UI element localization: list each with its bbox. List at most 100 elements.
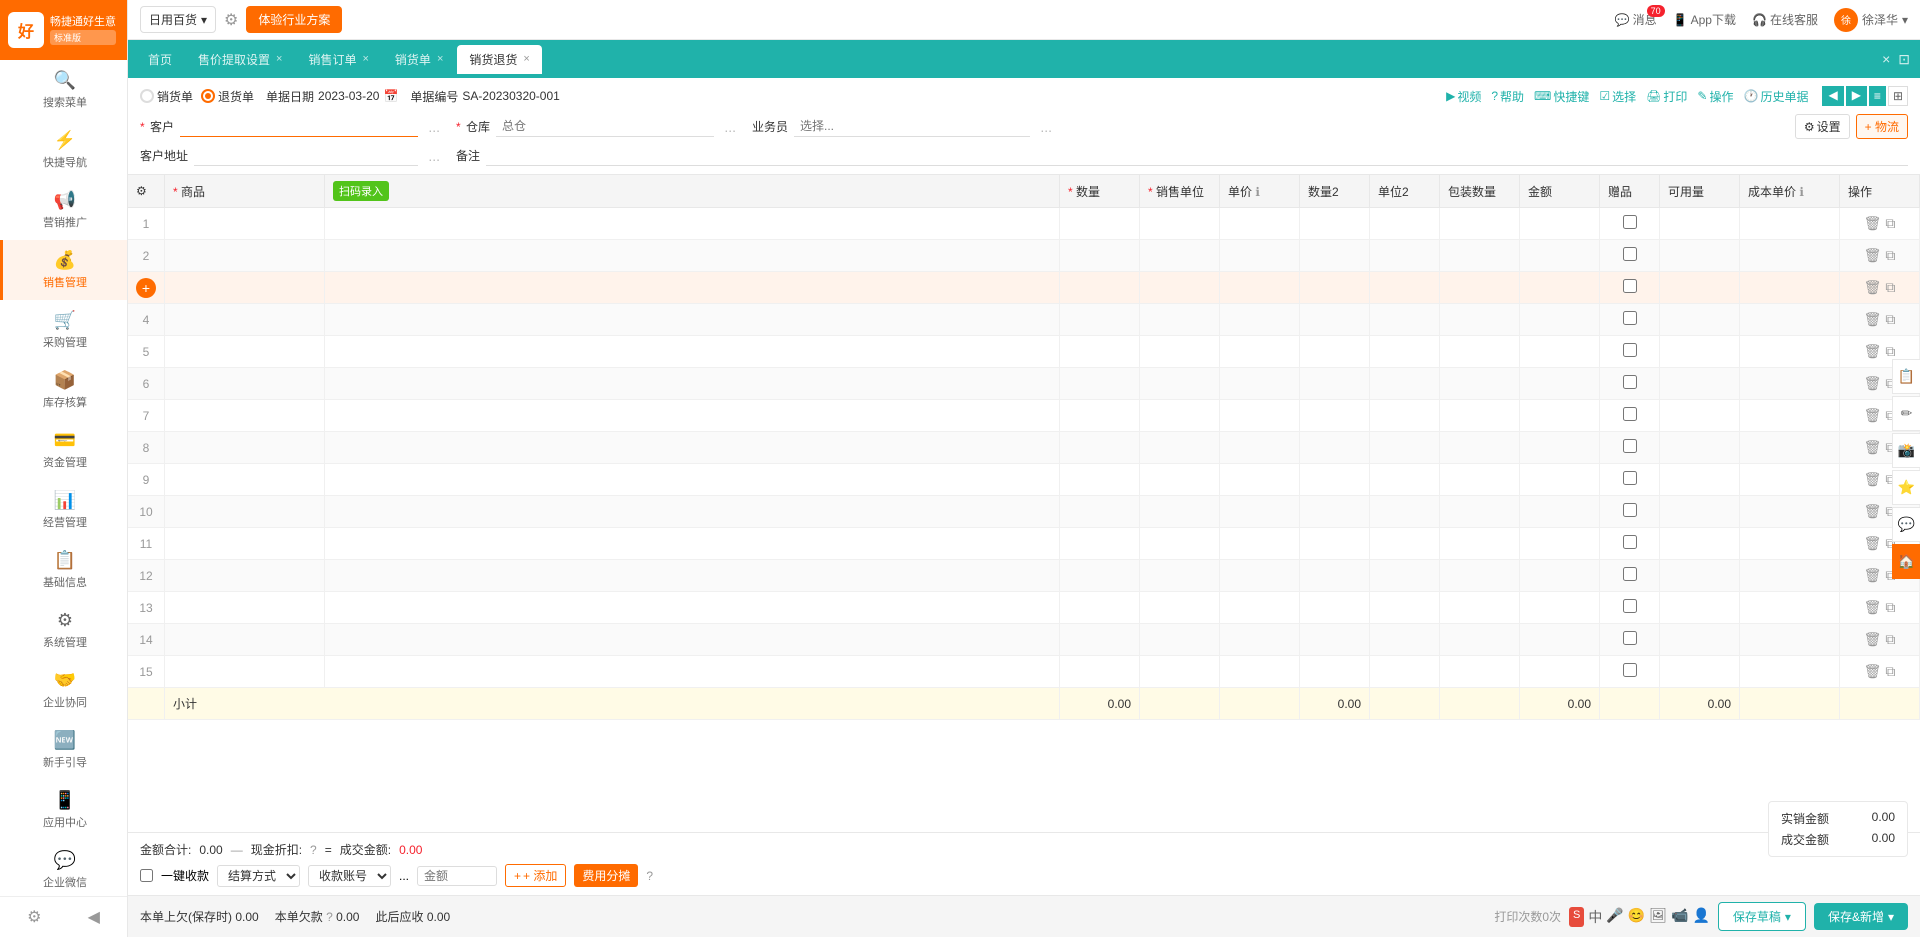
staff-picker-btn[interactable]: ... — [1040, 119, 1052, 135]
sidebar-item-marketing[interactable]: 📢 营销推广 — [0, 180, 127, 240]
gift-checkbox-4[interactable] — [1623, 311, 1637, 325]
delete-icon-2[interactable]: 🗑 — [1864, 247, 1882, 264]
delete-icon-1[interactable]: 🗑 — [1864, 215, 1882, 232]
sidebar-settings-btn[interactable]: ⚙ — [27, 907, 41, 927]
right-icon-clipboard[interactable]: 📋 — [1892, 359, 1920, 394]
amount-input[interactable] — [417, 866, 497, 886]
product-input-3[interactable] — [173, 280, 316, 295]
delete-icon-12[interactable]: 🗑 — [1864, 567, 1882, 584]
gift-checkbox-7[interactable] — [1623, 407, 1637, 421]
sidebar-item-inventory[interactable]: 📦 库存核算 — [0, 360, 127, 420]
fee-help-icon[interactable]: ? — [646, 869, 653, 883]
sidebar-item-finance[interactable]: 💳 资金管理 — [0, 420, 127, 480]
sidebar-item-wechat[interactable]: 💬 企业微信 — [0, 840, 127, 896]
stat2-info-icon[interactable]: ? — [326, 910, 333, 924]
delete-icon-14[interactable]: 🗑 — [1864, 631, 1882, 648]
online-service-link[interactable]: 🎧 在线客服 — [1752, 11, 1818, 28]
tab-expand-btn[interactable]: ⊡ — [1896, 49, 1912, 70]
add-row-button[interactable]: + — [136, 278, 156, 298]
gift-checkbox-2[interactable] — [1623, 247, 1637, 261]
tab-home[interactable]: 首页 — [136, 45, 184, 74]
sidebar-item-collab[interactable]: 🤝 企业协同 — [0, 660, 127, 720]
settings-btn[interactable]: ⚙ 设置 — [1795, 114, 1850, 139]
gift-checkbox-3[interactable] — [1623, 279, 1637, 293]
delete-icon-6[interactable]: 🗑 — [1864, 375, 1882, 392]
price-info-icon[interactable]: ℹ — [1255, 185, 1260, 199]
delete-icon-15[interactable]: 🗑 — [1864, 663, 1882, 680]
experience-button[interactable]: 体验行业方案 — [246, 6, 342, 33]
delete-icon-5[interactable]: 🗑 — [1864, 343, 1882, 360]
imtool-cn[interactable]: 中 — [1588, 907, 1602, 927]
sidebar-item-operation[interactable]: 📊 经营管理 — [0, 480, 127, 540]
gift-checkbox-13[interactable] — [1623, 599, 1637, 613]
th-gear[interactable]: ⚙ — [128, 175, 165, 208]
gift-checkbox-14[interactable] — [1623, 631, 1637, 645]
warehouse-input[interactable] — [496, 116, 714, 137]
delete-icon-10[interactable]: 🗑 — [1864, 503, 1882, 520]
tab-price-settings[interactable]: 售价提取设置 × — [186, 45, 294, 74]
delete-icon-3[interactable]: 🗑 — [1864, 279, 1882, 296]
copy-icon-5[interactable]: ⧉ — [1885, 343, 1895, 360]
industry-dropdown[interactable]: 日用百货 ▾ — [140, 6, 216, 33]
imtool-user[interactable]: 👤 — [1692, 907, 1709, 927]
imtool-video2[interactable]: 📹 — [1671, 907, 1688, 927]
tool-help[interactable]: ? 帮助 — [1491, 88, 1524, 105]
imtool-img[interactable]: 🖼 — [1649, 907, 1667, 927]
product-cell[interactable] — [165, 208, 325, 240]
sidebar-item-system[interactable]: ⚙ 系统管理 — [0, 600, 127, 660]
gift-checkbox-10[interactable] — [1623, 503, 1637, 517]
copy-icon-1[interactable]: ⧉ — [1885, 215, 1895, 232]
sidebar-item-basic[interactable]: 📋 基础信息 — [0, 540, 127, 600]
tab-sales-order[interactable]: 销售订单 × — [296, 45, 380, 74]
staff-input[interactable] — [794, 116, 1030, 137]
tab-sales[interactable]: 销货单 × — [383, 45, 455, 74]
delete-icon-9[interactable]: 🗑 — [1864, 471, 1882, 488]
customer-picker-btn[interactable]: ... — [428, 119, 440, 135]
copy-icon-2[interactable]: ⧉ — [1885, 247, 1895, 264]
delete-icon-13[interactable]: 🗑 — [1864, 599, 1882, 616]
sidebar-item-search[interactable]: 🔍 搜索菜单 — [0, 60, 127, 120]
user-menu[interactable]: 徐 徐泽华 ▾ — [1834, 8, 1908, 32]
right-icon-chat[interactable]: 💬 — [1892, 507, 1920, 542]
right-icon-star[interactable]: ⭐ — [1892, 470, 1920, 505]
costprice-info-icon[interactable]: ℹ — [1799, 185, 1804, 199]
gift-checkbox-11[interactable] — [1623, 535, 1637, 549]
tab-sales-order-close[interactable]: × — [362, 53, 368, 65]
discount-info-icon[interactable]: ? — [310, 843, 317, 857]
radio-sales[interactable]: 销货单 — [140, 88, 193, 105]
sidebar-item-purchase[interactable]: 🛒 采购管理 — [0, 300, 127, 360]
radio-return[interactable]: 退货单 — [201, 88, 254, 105]
tool-operate[interactable]: ✎ 操作 — [1697, 88, 1733, 105]
add-payment-btn[interactable]: + + 添加 — [505, 864, 566, 887]
warehouse-picker-btn[interactable]: ... — [724, 119, 736, 135]
sidebar-item-guide[interactable]: 🆕 新手引导 — [0, 720, 127, 780]
tool-shortcuts[interactable]: ⌨ 快捷键 — [1534, 88, 1589, 105]
imtool-emoji[interactable]: 😊 — [1628, 907, 1645, 927]
right-icon-camera[interactable]: 📸 — [1892, 433, 1920, 468]
right-icon-home[interactable]: 🏠 — [1892, 544, 1920, 579]
address-picker-btn[interactable]: ... — [428, 148, 440, 164]
scan-button[interactable]: 扫码录入 — [333, 181, 389, 201]
gift-checkbox-12[interactable] — [1623, 567, 1637, 581]
sidebar-item-quicknav[interactable]: ⚡ 快捷导航 — [0, 120, 127, 180]
delete-icon-7[interactable]: 🗑 — [1864, 407, 1882, 424]
product-cell[interactable] — [165, 240, 325, 272]
topbar-gear-btn[interactable]: ⚙ — [224, 10, 238, 30]
save-new-button[interactable]: 保存&新增 ▾ — [1814, 903, 1908, 930]
tab-sales-return[interactable]: 销货退货 × — [457, 45, 541, 74]
gift-checkbox-1[interactable] — [1623, 215, 1637, 229]
gift-checkbox-9[interactable] — [1623, 471, 1637, 485]
tab-close-all-btn[interactable]: × — [1880, 49, 1892, 69]
tool-video[interactable]: ▶ 视频 — [1446, 88, 1481, 105]
imtool-s[interactable]: S — [1569, 907, 1584, 927]
sidebar-item-sales[interactable]: 💰 销售管理 — [0, 240, 127, 300]
right-icon-edit[interactable]: ✏ — [1892, 396, 1920, 431]
gift-checkbox-6[interactable] — [1623, 375, 1637, 389]
copy-icon-3[interactable]: ⧉ — [1885, 279, 1895, 296]
calendar-icon[interactable]: 📅 — [383, 89, 398, 103]
imtool-mic[interactable]: 🎤 — [1606, 907, 1623, 927]
sidebar-item-apps[interactable]: 📱 应用中心 — [0, 780, 127, 840]
tab-sales-return-close[interactable]: × — [523, 53, 529, 65]
account-select[interactable]: 收款账号 — [308, 865, 391, 887]
prev-page-btn[interactable]: ◀ — [1822, 86, 1843, 106]
